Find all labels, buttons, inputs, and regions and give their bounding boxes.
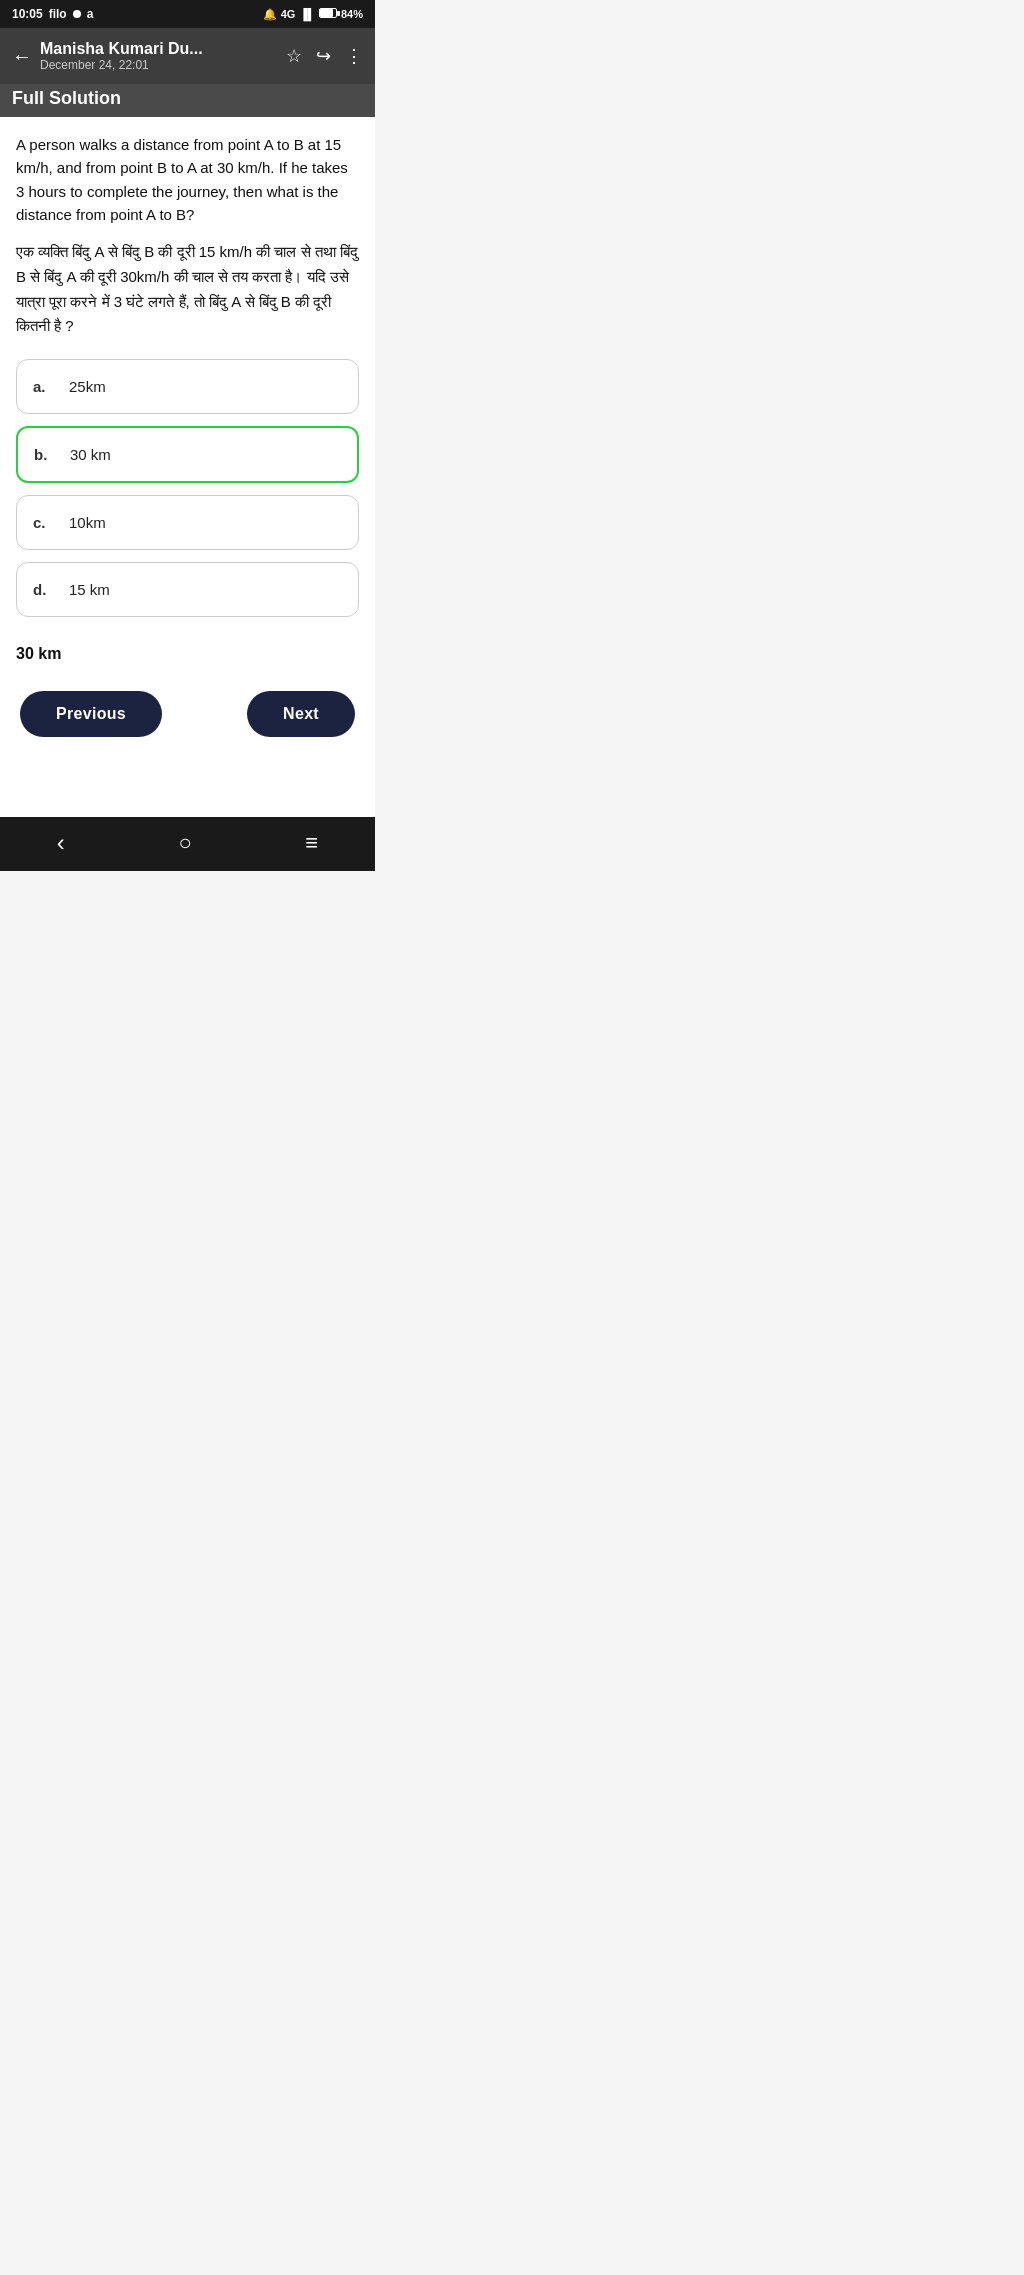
question-english: A person walks a distance from point A t… bbox=[16, 133, 359, 226]
status-right: 🔔 4G ▐▌ 84% bbox=[263, 8, 363, 21]
option-b[interactable]: b. 30 km bbox=[16, 426, 359, 483]
share-icon[interactable]: ↪ bbox=[316, 45, 331, 67]
status-a-icon: a bbox=[87, 7, 94, 21]
status-dot1 bbox=[73, 10, 81, 18]
app-bar-left: ← Manisha Kumari Du... December 24, 22:0… bbox=[12, 40, 203, 72]
signal-icon: ▐▌ bbox=[299, 8, 315, 20]
star-icon[interactable]: ☆ bbox=[286, 45, 302, 67]
option-b-text: 30 km bbox=[70, 446, 111, 463]
vol-icon: 🔔 bbox=[263, 8, 277, 21]
main-content: A person walks a distance from point A t… bbox=[0, 117, 375, 679]
options-block: a. 25km b. 30 km c. 10km d. 15 km bbox=[16, 359, 359, 617]
option-c-text: 10km bbox=[69, 514, 106, 531]
status-network: filo bbox=[49, 7, 67, 21]
option-d-text: 15 km bbox=[69, 581, 110, 598]
option-d-label: d. bbox=[33, 581, 53, 598]
lte-icon: 4G bbox=[281, 8, 296, 20]
full-solution-bar: Full Solution bbox=[0, 84, 375, 117]
option-b-label: b. bbox=[34, 446, 54, 463]
bottom-home-button[interactable]: ○ bbox=[162, 826, 207, 860]
full-solution-label: Full Solution bbox=[12, 88, 121, 108]
answer-display: 30 km bbox=[16, 637, 359, 679]
nav-bar: Previous Next bbox=[0, 679, 375, 757]
battery-indicator bbox=[319, 8, 337, 20]
bottom-back-button[interactable]: ‹ bbox=[41, 825, 81, 861]
app-bar-title: Manisha Kumari Du... December 24, 22:01 bbox=[40, 40, 203, 72]
option-d[interactable]: d. 15 km bbox=[16, 562, 359, 617]
battery-pct: 84% bbox=[341, 8, 363, 20]
chat-subtitle: December 24, 22:01 bbox=[40, 58, 203, 72]
app-bar-right: ☆ ↪ ⋮ bbox=[286, 45, 363, 67]
option-a[interactable]: a. 25km bbox=[16, 359, 359, 414]
option-c[interactable]: c. 10km bbox=[16, 495, 359, 550]
option-a-text: 25km bbox=[69, 378, 106, 395]
status-time: 10:05 bbox=[12, 7, 43, 21]
bottom-nav: ‹ ○ ≡ bbox=[0, 817, 375, 871]
status-bar: 10:05 filo a 🔔 4G ▐▌ 84% bbox=[0, 0, 375, 28]
question-hindi: एक व्यक्ति बिंदु A से बिंदु B की दूरी 15… bbox=[16, 240, 359, 339]
question-block: A person walks a distance from point A t… bbox=[16, 133, 359, 339]
previous-button[interactable]: Previous bbox=[20, 691, 162, 737]
chat-title: Manisha Kumari Du... bbox=[40, 40, 203, 58]
option-a-label: a. bbox=[33, 378, 53, 395]
next-button[interactable]: Next bbox=[247, 691, 355, 737]
back-button[interactable]: ← bbox=[12, 45, 32, 68]
status-left: 10:05 filo a bbox=[12, 7, 93, 21]
option-c-label: c. bbox=[33, 514, 53, 531]
spacer bbox=[0, 757, 375, 817]
more-icon[interactable]: ⋮ bbox=[345, 45, 363, 67]
bottom-menu-button[interactable]: ≡ bbox=[289, 826, 334, 860]
app-bar: ← Manisha Kumari Du... December 24, 22:0… bbox=[0, 28, 375, 84]
